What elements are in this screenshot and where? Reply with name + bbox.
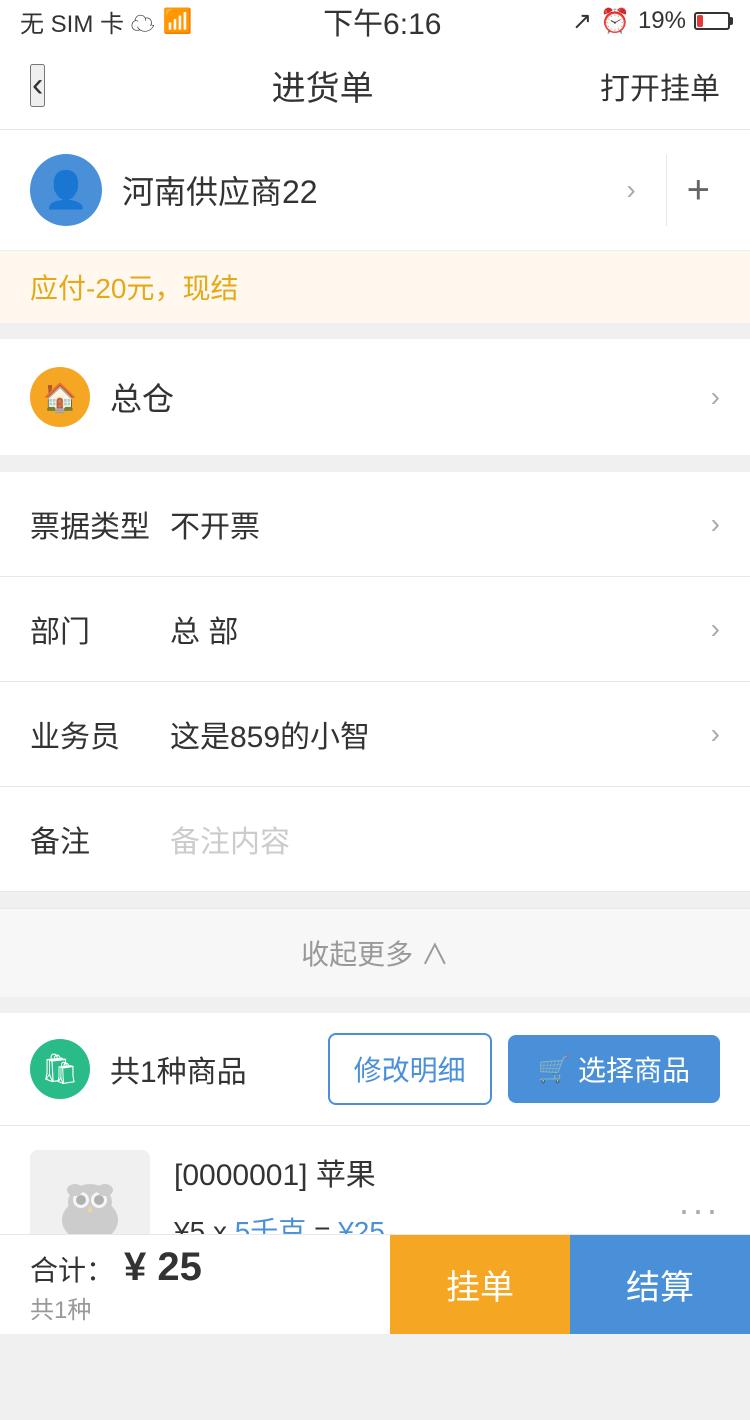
salesperson-chevron-icon: › [711, 718, 720, 750]
warehouse-section: 🏠 总仓 › [0, 339, 750, 456]
status-right: ↗ ⏰ 19% [572, 7, 730, 36]
battery-percent: 19% [638, 7, 686, 35]
checkout-button[interactable]: 结算 [570, 1235, 750, 1334]
location-icon: ↗ [572, 7, 592, 36]
supplier-chevron-icon: › [626, 174, 635, 206]
status-left: 无 SIM 卡 ☁ 📶 [20, 4, 193, 39]
status-time: 下午6:16 [323, 0, 441, 43]
warehouse-label: 总仓 [110, 374, 711, 420]
bottom-bar: 合计： ¥ 25 共1种 挂单 结算 [0, 1234, 750, 1334]
status-bar: 无 SIM 卡 ☁ 📶 下午6:16 ↗ ⏰ 19% [0, 0, 750, 42]
total-section: 合计： ¥ 25 共1种 [0, 1235, 390, 1334]
supplier-avatar: 👤 [30, 154, 102, 226]
total-line: 合计： ¥ 25 [30, 1245, 390, 1290]
open-hang-button[interactable]: 打开挂单 [600, 64, 720, 108]
department-label: 部门 [30, 607, 170, 651]
ticket-type-chevron-icon: › [711, 508, 720, 540]
warehouse-icon: 🏠 [30, 367, 90, 427]
salesperson-row[interactable]: 业务员 这是859的小智 › [0, 682, 750, 787]
product-more-button[interactable]: ··· [678, 1189, 720, 1231]
main-content: 👤 河南供应商22 › + 应付-20元，现结 🏠 总仓 › 票据类型 不开票 … [0, 130, 750, 1420]
product-header: 🛍 共1种商品 修改明细 🛒 选择商品 [0, 1013, 750, 1126]
salesperson-value: 这是859的小智 [170, 712, 711, 756]
product-title: 苹果 [316, 1159, 376, 1192]
remark-label: 备注 [30, 817, 170, 861]
select-product-button[interactable]: 🛒 选择商品 [508, 1035, 720, 1103]
page-title: 进货单 [272, 61, 374, 110]
divider [666, 154, 667, 226]
remark-row[interactable]: 备注 备注内容 [0, 787, 750, 892]
battery-icon [694, 12, 730, 30]
supplier-row[interactable]: 👤 河南供应商22 › + [0, 130, 750, 251]
ticket-type-row[interactable]: 票据类型 不开票 › [0, 472, 750, 577]
salesperson-label: 业务员 [30, 712, 170, 756]
person-icon: 👤 [44, 169, 89, 211]
supplier-info-banner: 应付-20元，现结 [0, 251, 750, 323]
edit-detail-button[interactable]: 修改明细 [328, 1033, 492, 1105]
back-button[interactable]: ‹ [30, 64, 45, 107]
supplier-name: 河南供应商22 [122, 167, 626, 213]
wifi-icon: 📶 [163, 7, 193, 36]
bag-icon: 🛍 [41, 1052, 79, 1087]
collapse-row[interactable]: 收起更多 ∧ [0, 908, 750, 997]
sim-status: 无 SIM 卡 ☁ [20, 4, 155, 39]
total-label: 合计： [30, 1249, 114, 1289]
product-count-icon: 🛍 [30, 1039, 90, 1099]
product-code: [0000001] [174, 1159, 307, 1192]
warehouse-row[interactable]: 🏠 总仓 › [0, 339, 750, 456]
supplier-section: 👤 河南供应商22 › + 应付-20元，现结 [0, 130, 750, 323]
nav-bar: ‹ 进货单 打开挂单 [0, 42, 750, 130]
add-supplier-button[interactable]: + [677, 168, 720, 213]
product-name: [0000001] 苹果 [174, 1150, 678, 1194]
product-count: 共1种商品 [110, 1047, 328, 1091]
department-chevron-icon: › [711, 613, 720, 645]
ticket-type-label: 票据类型 [30, 502, 170, 546]
select-product-label: 选择商品 [578, 1049, 690, 1089]
department-value: 总 部 [170, 607, 711, 651]
remark-input[interactable]: 备注内容 [170, 817, 720, 861]
warehouse-chevron-icon: › [711, 381, 720, 413]
cart-icon: 🛒 [538, 1054, 570, 1085]
hang-button[interactable]: 挂单 [390, 1235, 570, 1334]
total-sub: 共1种 [30, 1290, 390, 1325]
ticket-type-value: 不开票 [170, 502, 711, 546]
alarm-icon: ⏰ [600, 7, 630, 36]
department-row[interactable]: 部门 总 部 › [0, 577, 750, 682]
home-icon: 🏠 [43, 381, 78, 414]
form-section: 票据类型 不开票 › 部门 总 部 › 业务员 这是859的小智 › 备注 备注… [0, 472, 750, 892]
total-amount: ¥ 25 [124, 1245, 202, 1290]
